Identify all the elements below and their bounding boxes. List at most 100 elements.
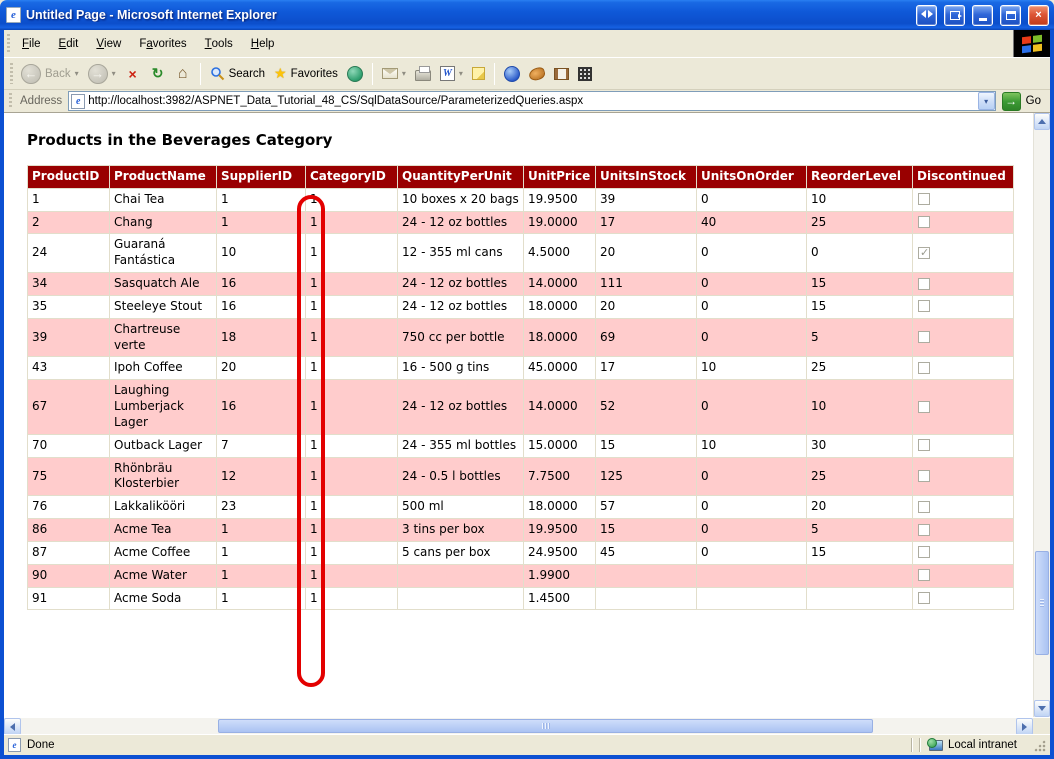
history-button[interactable] <box>343 64 367 84</box>
table-cell: 1 <box>306 380 398 434</box>
vertical-scrollbar[interactable] <box>1033 113 1050 717</box>
scroll-left-button[interactable] <box>4 718 21 735</box>
table-cell: 5 <box>807 318 913 357</box>
back-button[interactable]: ← Back ▾ <box>17 62 83 86</box>
popout-button[interactable] <box>944 5 965 26</box>
refresh-button[interactable]: ↻ <box>146 63 170 84</box>
forward-button[interactable]: → ▾ <box>84 62 120 86</box>
status-separator <box>919 738 921 752</box>
print-button[interactable] <box>411 64 435 83</box>
table-cell: 16 <box>217 380 306 434</box>
table-cell <box>807 587 913 610</box>
table-cell: 45.0000 <box>524 357 596 380</box>
close-button[interactable]: × <box>1028 5 1049 26</box>
arrows-icon <box>921 9 933 21</box>
table-cell: 57 <box>596 496 697 519</box>
stop-button[interactable]: × <box>121 64 145 84</box>
forward-dropdown-icon[interactable]: ▾ <box>112 69 116 78</box>
table-cell-discontinued <box>913 434 1014 457</box>
table-cell: 3 tins per box <box>398 519 524 542</box>
resize-grip[interactable] <box>1033 739 1046 752</box>
discuss-button[interactable] <box>468 65 489 82</box>
go-button[interactable]: → <box>1002 92 1021 111</box>
table-cell-discontinued <box>913 357 1014 380</box>
toolbar-grip[interactable] <box>10 63 13 85</box>
address-field[interactable]: e ▾ <box>68 91 995 111</box>
messenger-icon <box>504 66 520 82</box>
table-cell-discontinued <box>913 188 1014 211</box>
down-arrow-icon <box>1038 706 1046 711</box>
table-cell <box>697 564 807 587</box>
vertical-scroll-thumb[interactable] <box>1035 551 1049 655</box>
table-cell: 39 <box>28 318 110 357</box>
addressbar-grip[interactable] <box>9 93 12 108</box>
messenger-button[interactable] <box>500 64 524 84</box>
table-cell <box>398 587 524 610</box>
table-cell: 39 <box>596 188 697 211</box>
edit-dropdown-icon[interactable]: ▾ <box>459 69 463 78</box>
menu-view[interactable]: View <box>87 30 130 57</box>
table-cell: 1 <box>306 519 398 542</box>
column-header-unitsonorder: UnitsOnOrder <box>697 166 807 189</box>
address-dropdown-button[interactable]: ▾ <box>978 92 995 110</box>
table-row: 87Acme Coffee115 cans per box24.95004501… <box>28 541 1014 564</box>
table-cell <box>398 564 524 587</box>
horizontal-scrollbar[interactable] <box>4 717 1050 734</box>
back-dropdown-icon[interactable]: ▾ <box>75 69 79 78</box>
mail-button[interactable]: ▾ <box>378 66 410 81</box>
scroll-down-button[interactable] <box>1034 700 1050 717</box>
menu-file[interactable]: File <box>13 30 50 57</box>
favorites-button[interactable]: ★ Favorites <box>270 63 342 84</box>
maximize-button[interactable] <box>1000 5 1021 26</box>
table-cell: 0 <box>697 380 807 434</box>
table-cell: 10 <box>697 357 807 380</box>
menu-edit[interactable]: Edit <box>50 30 88 57</box>
home-button[interactable]: ⌂ <box>171 63 195 85</box>
horizontal-scroll-track[interactable] <box>21 718 1016 734</box>
table-cell: Sasquatch Ale <box>110 273 217 296</box>
column-header-supplierid: SupplierID <box>217 166 306 189</box>
screen-arrows-button[interactable] <box>916 5 937 26</box>
scroll-up-button[interactable] <box>1034 113 1050 130</box>
column-header-quantityperunit: QuantityPerUnit <box>398 166 524 189</box>
search-button[interactable]: Search <box>206 64 269 83</box>
column-header-unitsinstock: UnitsInStock <box>596 166 697 189</box>
reference-button[interactable] <box>550 66 573 82</box>
scroll-right-button[interactable] <box>1016 718 1033 735</box>
table-cell: 20 <box>807 496 913 519</box>
table-cell: Chai Tea <box>110 188 217 211</box>
book-icon <box>554 68 569 80</box>
menu-help[interactable]: Help <box>242 30 284 57</box>
table-cell: 24 - 12 oz bottles <box>398 295 524 318</box>
menubar-grip[interactable] <box>7 34 10 53</box>
edit-with-word-button[interactable]: W ▾ <box>436 64 467 83</box>
discontinued-checkbox <box>918 401 930 413</box>
column-header-productid: ProductID <box>28 166 110 189</box>
page-icon: e <box>71 94 85 109</box>
discontinued-checkbox <box>918 300 930 312</box>
refresh-icon: ↻ <box>150 65 166 82</box>
address-input[interactable] <box>88 95 974 107</box>
minimize-button[interactable] <box>972 5 993 26</box>
barcode-tool-button[interactable] <box>574 65 596 83</box>
mail-dropdown-icon[interactable]: ▾ <box>402 69 406 78</box>
table-cell: 1 <box>306 357 398 380</box>
horizontal-scroll-thumb[interactable] <box>218 719 873 733</box>
table-cell: 7.7500 <box>524 457 596 496</box>
zone-label: Local intranet <box>948 739 1017 751</box>
table-cell: 16 <box>217 295 306 318</box>
table-cell: 1 <box>306 211 398 234</box>
menu-favorites[interactable]: Favorites <box>130 30 195 57</box>
table-cell: 1 <box>306 273 398 296</box>
table-cell: 18.0000 <box>524 295 596 318</box>
table-row: 70Outback Lager7124 - 355 ml bottles15.0… <box>28 434 1014 457</box>
table-cell: 24 - 12 oz bottles <box>398 273 524 296</box>
table-cell: Laughing Lumberjack Lager <box>110 380 217 434</box>
research-button[interactable] <box>525 66 549 82</box>
menu-tools[interactable]: Tools <box>196 30 242 57</box>
discontinued-checkbox <box>918 501 930 513</box>
popout-icon <box>950 11 960 20</box>
right-arrow-icon <box>1022 723 1027 731</box>
discontinued-checkbox <box>918 569 930 581</box>
table-cell: 1 <box>217 564 306 587</box>
